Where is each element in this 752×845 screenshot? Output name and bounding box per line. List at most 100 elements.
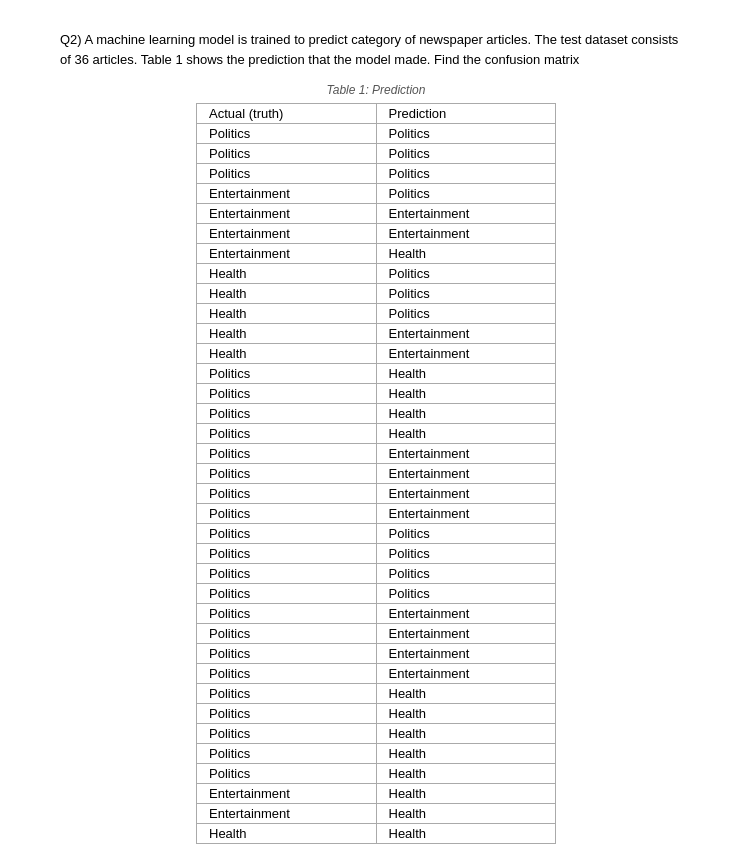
cell-prediction: Entertainment [376,484,556,504]
table-title: Table 1: Prediction [60,83,692,97]
cell-prediction: Politics [376,544,556,564]
cell-prediction: Health [376,384,556,404]
cell-prediction: Entertainment [376,444,556,464]
cell-actual: Health [197,264,377,284]
table-row: EntertainmentEntertainment [197,224,556,244]
col-prediction: Prediction [376,104,556,124]
col-actual: Actual (truth) [197,104,377,124]
table-row: PoliticsPolitics [197,564,556,584]
cell-actual: Health [197,284,377,304]
cell-prediction: Health [376,684,556,704]
table-row: PoliticsHealth [197,384,556,404]
cell-prediction: Health [376,824,556,844]
table-row: HealthPolitics [197,264,556,284]
cell-actual: Politics [197,384,377,404]
cell-actual: Entertainment [197,784,377,804]
cell-actual: Politics [197,724,377,744]
cell-actual: Politics [197,744,377,764]
table-row: PoliticsHealth [197,724,556,744]
table-row: PoliticsEntertainment [197,604,556,624]
cell-prediction: Politics [376,304,556,324]
cell-prediction: Health [376,804,556,824]
cell-actual: Politics [197,704,377,724]
table-row: EntertainmentHealth [197,804,556,824]
cell-prediction: Politics [376,124,556,144]
cell-actual: Politics [197,544,377,564]
table-row: PoliticsPolitics [197,584,556,604]
table-row: HealthPolitics [197,284,556,304]
cell-prediction: Entertainment [376,464,556,484]
table-row: PoliticsHealth [197,744,556,764]
table-row: PoliticsPolitics [197,544,556,564]
table-row: PoliticsPolitics [197,144,556,164]
cell-prediction: Health [376,724,556,744]
cell-prediction: Health [376,424,556,444]
cell-actual: Politics [197,564,377,584]
cell-actual: Politics [197,524,377,544]
table-row: HealthEntertainment [197,344,556,364]
cell-actual: Health [197,824,377,844]
cell-actual: Entertainment [197,224,377,244]
table-row: HealthEntertainment [197,324,556,344]
table-header-row: Actual (truth) Prediction [197,104,556,124]
cell-actual: Politics [197,444,377,464]
table-row: PoliticsHealth [197,424,556,444]
table-row: PoliticsEntertainment [197,624,556,644]
cell-actual: Politics [197,604,377,624]
table-row: PoliticsPolitics [197,524,556,544]
cell-actual: Entertainment [197,244,377,264]
cell-actual: Politics [197,764,377,784]
cell-actual: Health [197,344,377,364]
table-row: EntertainmentEntertainment [197,204,556,224]
cell-actual: Entertainment [197,184,377,204]
cell-prediction: Politics [376,524,556,544]
cell-actual: Politics [197,584,377,604]
cell-actual: Politics [197,464,377,484]
table-row: PoliticsEntertainment [197,664,556,684]
cell-actual: Politics [197,364,377,384]
cell-prediction: Politics [376,184,556,204]
cell-prediction: Entertainment [376,644,556,664]
cell-actual: Politics [197,144,377,164]
table-row: PoliticsHealth [197,704,556,724]
cell-actual: Health [197,324,377,344]
table-row: EntertainmentPolitics [197,184,556,204]
cell-prediction: Health [376,404,556,424]
table-row: PoliticsEntertainment [197,644,556,664]
table-row: PoliticsHealth [197,764,556,784]
cell-prediction: Entertainment [376,664,556,684]
cell-prediction: Entertainment [376,204,556,224]
cell-actual: Politics [197,664,377,684]
cell-actual: Politics [197,484,377,504]
cell-prediction: Entertainment [376,624,556,644]
table-row: PoliticsPolitics [197,164,556,184]
table-row: PoliticsEntertainment [197,484,556,504]
table-row: EntertainmentHealth [197,784,556,804]
cell-prediction: Politics [376,164,556,184]
cell-prediction: Health [376,764,556,784]
cell-actual: Politics [197,684,377,704]
cell-actual: Health [197,304,377,324]
cell-actual: Politics [197,164,377,184]
cell-prediction: Health [376,744,556,764]
question-text: Q2) A machine learning model is trained … [60,30,692,69]
cell-actual: Politics [197,504,377,524]
table-row: PoliticsHealth [197,364,556,384]
table-row: HealthPolitics [197,304,556,324]
cell-prediction: Politics [376,264,556,284]
cell-prediction: Politics [376,564,556,584]
cell-prediction: Entertainment [376,604,556,624]
cell-prediction: Health [376,244,556,264]
cell-actual: Politics [197,424,377,444]
cell-prediction: Health [376,364,556,384]
cell-actual: Entertainment [197,804,377,824]
table-row: HealthHealth [197,824,556,844]
cell-prediction: Entertainment [376,504,556,524]
cell-prediction: Health [376,784,556,804]
table-row: PoliticsEntertainment [197,504,556,524]
cell-actual: Entertainment [197,204,377,224]
cell-prediction: Politics [376,584,556,604]
cell-prediction: Entertainment [376,324,556,344]
prediction-table: Actual (truth) Prediction PoliticsPoliti… [196,103,556,844]
table-row: PoliticsHealth [197,684,556,704]
